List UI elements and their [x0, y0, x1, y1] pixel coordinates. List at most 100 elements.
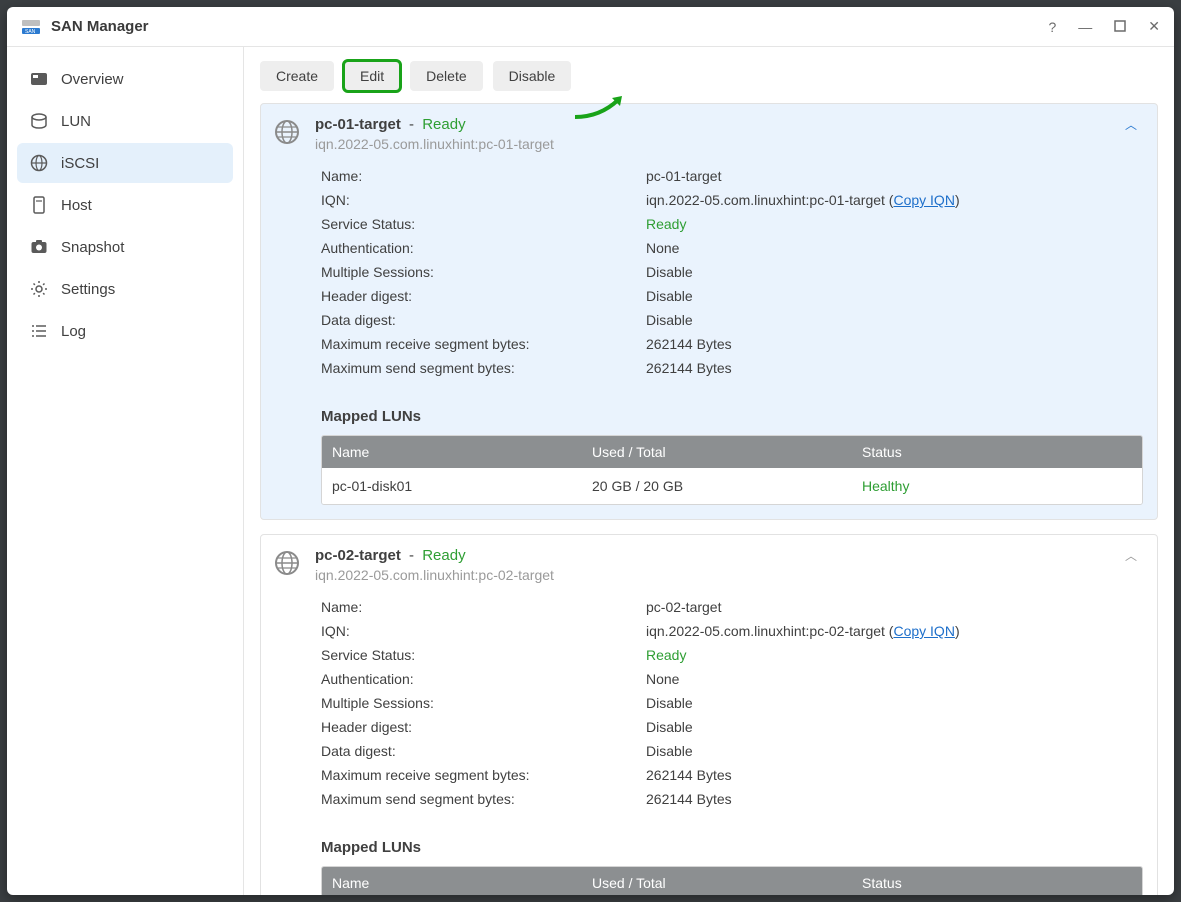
help-icon[interactable]: ? — [1048, 19, 1056, 35]
label-auth: Authentication: — [321, 240, 646, 256]
sidebar-item-lun[interactable]: LUN — [17, 101, 233, 141]
label-multisess: Multiple Sessions: — [321, 695, 646, 711]
label-iqn: IQN: — [321, 192, 646, 208]
label-maxsend: Maximum send segment bytes: — [321, 360, 646, 376]
sidebar-item-label: Settings — [61, 281, 115, 298]
value-maxrecv: 262144 Bytes — [646, 336, 1157, 352]
label-headerdigest: Header digest: — [321, 719, 646, 735]
lun-table: Name Used / Total Status pc-01-disk01 20… — [321, 435, 1143, 505]
globe-icon — [273, 118, 301, 146]
chevron-up-icon[interactable]: ︿ — [1121, 547, 1141, 564]
sidebar-item-settings[interactable]: Settings — [17, 269, 233, 309]
chevron-up-icon[interactable]: ︿ — [1121, 116, 1141, 133]
sidebar-item-log[interactable]: Log — [17, 311, 233, 351]
value-datadigest: Disable — [646, 743, 1157, 759]
target-card[interactable]: pc-01-target - Ready iqn.2022-05.com.lin… — [260, 103, 1158, 520]
value-datadigest: Disable — [646, 312, 1157, 328]
target-status: Ready — [422, 547, 465, 564]
lun-status: Healthy — [862, 478, 1132, 494]
copy-iqn-link[interactable]: Copy IQN — [893, 192, 954, 208]
delete-button[interactable]: Delete — [410, 61, 482, 91]
value-maxsend: 262144 Bytes — [646, 791, 1157, 807]
value-name: pc-02-target — [646, 599, 1157, 615]
svg-text:SAN: SAN — [25, 29, 36, 35]
sidebar-item-snapshot[interactable]: Snapshot — [17, 227, 233, 267]
sidebar-item-label: Host — [61, 197, 92, 214]
target-iqn: iqn.2022-05.com.linuxhint:pc-01-target — [315, 136, 1107, 152]
target-status: Ready — [422, 116, 465, 133]
value-iqn: iqn.2022-05.com.linuxhint:pc-02-target (… — [646, 623, 1157, 639]
value-iqn: iqn.2022-05.com.linuxhint:pc-01-target (… — [646, 192, 1157, 208]
label-datadigest: Data digest: — [321, 743, 646, 759]
target-details: Name:pc-02-target IQN:iqn.2022-05.com.li… — [261, 589, 1157, 825]
target-name: pc-02-target — [315, 547, 401, 564]
value-auth: None — [646, 240, 1157, 256]
sidebar-item-label: Log — [61, 323, 86, 340]
settings-icon — [29, 279, 49, 299]
target-header-text: pc-01-target - Ready iqn.2022-05.com.lin… — [315, 116, 1107, 152]
target-header[interactable]: pc-01-target - Ready iqn.2022-05.com.lin… — [261, 104, 1157, 158]
lun-name: pc-01-disk01 — [332, 478, 592, 494]
app-title: SAN Manager — [51, 18, 149, 35]
label-multisess: Multiple Sessions: — [321, 264, 646, 280]
lun-table-head: Name Used / Total Status — [322, 867, 1142, 895]
label-datadigest: Data digest: — [321, 312, 646, 328]
snapshot-icon — [29, 237, 49, 257]
value-headerdigest: Disable — [646, 719, 1157, 735]
sidebar-item-label: Overview — [61, 71, 124, 88]
target-iqn: iqn.2022-05.com.linuxhint:pc-02-target — [315, 567, 1107, 583]
col-name: Name — [332, 444, 592, 460]
edit-button[interactable]: Edit — [344, 61, 400, 91]
overview-icon — [29, 69, 49, 89]
value-maxsend: 262144 Bytes — [646, 360, 1157, 376]
target-header-text: pc-02-target - Ready iqn.2022-05.com.lin… — [315, 547, 1107, 583]
col-used: Used / Total — [592, 444, 862, 460]
lun-icon — [29, 111, 49, 131]
mapped-luns-title: Mapped LUNs — [321, 839, 1157, 856]
target-header[interactable]: pc-02-target - Ready iqn.2022-05.com.lin… — [261, 535, 1157, 589]
lun-row[interactable]: pc-01-disk01 20 GB / 20 GB Healthy — [322, 468, 1142, 504]
sidebar-item-overview[interactable]: Overview — [17, 59, 233, 99]
create-button[interactable]: Create — [260, 61, 334, 91]
log-icon — [29, 321, 49, 341]
disable-button[interactable]: Disable — [493, 61, 572, 91]
col-name: Name — [332, 875, 592, 891]
label-name: Name: — [321, 599, 646, 615]
mapped-luns-title: Mapped LUNs — [321, 408, 1157, 425]
label-maxrecv: Maximum receive segment bytes: — [321, 767, 646, 783]
sidebar: Overview LUN iSCSI Host Snapshot Setting… — [7, 47, 244, 895]
target-details: Name:pc-01-target IQN:iqn.2022-05.com.li… — [261, 158, 1157, 394]
col-used: Used / Total — [592, 875, 862, 891]
main-content: Create Edit Delete Disable pc-01-target … — [244, 47, 1174, 895]
value-service-status: Ready — [646, 216, 1157, 232]
label-auth: Authentication: — [321, 671, 646, 687]
label-headerdigest: Header digest: — [321, 288, 646, 304]
minimize-button[interactable]: — — [1078, 19, 1092, 35]
label-iqn: IQN: — [321, 623, 646, 639]
copy-iqn-link[interactable]: Copy IQN — [893, 623, 954, 639]
target-name: pc-01-target — [315, 116, 401, 133]
sidebar-item-iscsi[interactable]: iSCSI — [17, 143, 233, 183]
value-name: pc-01-target — [646, 168, 1157, 184]
target-card[interactable]: pc-02-target - Ready iqn.2022-05.com.lin… — [260, 534, 1158, 895]
host-icon — [29, 195, 49, 215]
globe-icon — [273, 549, 301, 577]
sidebar-item-label: Snapshot — [61, 239, 124, 256]
lun-used: 20 GB / 20 GB — [592, 478, 862, 494]
app-icon: SAN — [21, 17, 41, 37]
app-window: SAN SAN Manager ? — ✕ Overview LUN iS — [7, 7, 1174, 895]
title-bar: SAN SAN Manager ? — ✕ — [7, 7, 1174, 47]
value-headerdigest: Disable — [646, 288, 1157, 304]
label-maxsend: Maximum send segment bytes: — [321, 791, 646, 807]
value-multisess: Disable — [646, 264, 1157, 280]
window-controls: ? — ✕ — [1048, 18, 1160, 35]
label-name: Name: — [321, 168, 646, 184]
toolbar: Create Edit Delete Disable — [260, 57, 1158, 103]
value-service-status: Ready — [646, 647, 1157, 663]
sidebar-item-host[interactable]: Host — [17, 185, 233, 225]
value-auth: None — [646, 671, 1157, 687]
label-maxrecv: Maximum receive segment bytes: — [321, 336, 646, 352]
close-button[interactable]: ✕ — [1148, 18, 1160, 35]
label-service-status: Service Status: — [321, 216, 646, 232]
maximize-button[interactable] — [1114, 19, 1126, 35]
